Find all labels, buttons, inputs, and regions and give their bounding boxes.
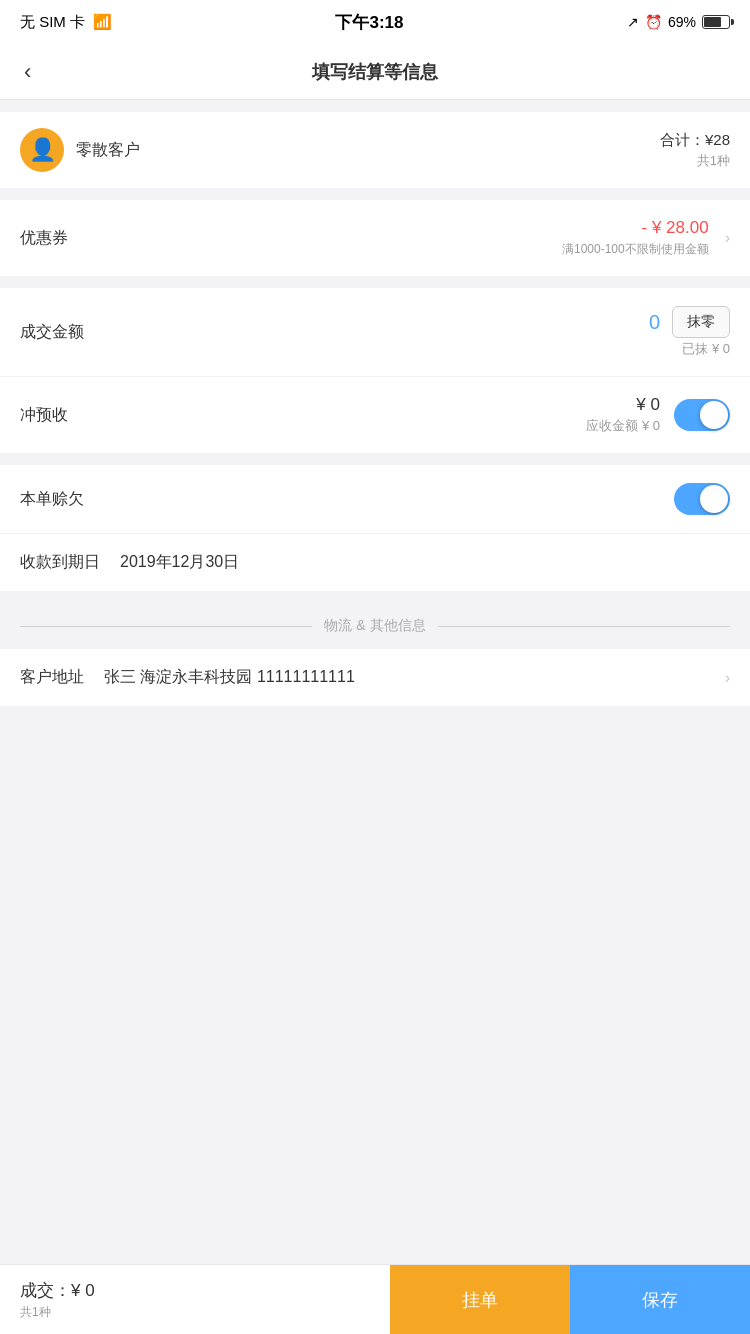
prereceive-label: 冲预收 bbox=[20, 405, 68, 426]
duedate-label: 收款到期日 bbox=[20, 552, 100, 573]
content: 👤 零散客户 合计：¥28 共1种 优惠券 - ¥ 28.00 满1000-10… bbox=[0, 112, 750, 786]
status-bar: 无 SIM 卡 📶 下午3:18 ↗ ⏰ 69% bbox=[0, 0, 750, 44]
bottom-transaction-value: ¥ 0 bbox=[71, 1281, 95, 1300]
save-button[interactable]: 保存 bbox=[570, 1265, 750, 1335]
battery-icon bbox=[702, 15, 730, 29]
transaction-label: 成交金额 bbox=[20, 322, 84, 343]
debt-toggle[interactable] bbox=[674, 483, 730, 515]
bottom-left: 成交：¥ 0 共1种 bbox=[0, 1279, 390, 1321]
customer-total: 合计：¥28 bbox=[660, 131, 730, 150]
toggle-knob bbox=[700, 401, 728, 429]
status-right: ↗ ⏰ 69% bbox=[627, 14, 730, 30]
customer-name: 零散客户 bbox=[76, 140, 140, 161]
address-value: 张三 海淀永丰科技园 11111111111 bbox=[104, 667, 719, 688]
alarm-icon: ⏰ bbox=[645, 14, 662, 30]
prereceive-row: 冲预收 ¥ 0 应收金额 ¥ 0 bbox=[0, 377, 750, 453]
bottom-transaction-label: 成交： bbox=[20, 1281, 71, 1300]
coupon-desc: 满1000-100不限制使用金额 bbox=[562, 241, 709, 258]
customer-avatar: 👤 bbox=[20, 128, 64, 172]
logistics-header: 物流 & 其他信息 bbox=[0, 603, 750, 649]
battery-percent: 69% bbox=[668, 14, 696, 30]
address-chevron: › bbox=[725, 669, 730, 687]
customer-section: 👤 零散客户 合计：¥28 共1种 bbox=[0, 112, 750, 188]
location-icon: ↗ bbox=[627, 14, 639, 30]
duedate-row[interactable]: 收款到期日 2019年12月30日 bbox=[0, 533, 750, 591]
page-title: 填写结算等信息 bbox=[312, 60, 438, 84]
prereceive-amount: ¥ 0 bbox=[586, 395, 660, 415]
logistics-line-right bbox=[438, 626, 730, 627]
status-carrier: 无 SIM 卡 📶 bbox=[20, 13, 112, 32]
debt-section: 本单赊欠 收款到期日 2019年12月30日 bbox=[0, 465, 750, 591]
carrier-text: 无 SIM 卡 bbox=[20, 13, 85, 32]
debt-toggle-knob bbox=[700, 485, 728, 513]
duedate-value: 2019年12月30日 bbox=[120, 552, 239, 573]
customer-right: 合计：¥28 共1种 bbox=[660, 131, 730, 170]
nav-bar: ‹ 填写结算等信息 bbox=[0, 44, 750, 100]
transaction-sub: 已抹 ¥ 0 bbox=[682, 340, 730, 358]
customer-count: 共1种 bbox=[660, 152, 730, 170]
prereceive-toggle[interactable] bbox=[674, 399, 730, 431]
debt-label: 本单赊欠 bbox=[20, 489, 84, 510]
debt-row: 本单赊欠 bbox=[0, 465, 750, 533]
hang-button[interactable]: 挂单 bbox=[390, 1265, 570, 1335]
bottom-bar: 成交：¥ 0 共1种 挂单 保存 bbox=[0, 1264, 750, 1334]
status-time: 下午3:18 bbox=[335, 11, 403, 34]
transaction-input[interactable] bbox=[600, 311, 660, 334]
prereceive-right: ¥ 0 应收金额 ¥ 0 bbox=[586, 395, 660, 435]
coupon-label: 优惠券 bbox=[20, 228, 68, 249]
avatar-icon: 👤 bbox=[29, 137, 56, 163]
coupon-section: 优惠券 - ¥ 28.00 满1000-100不限制使用金额 › bbox=[0, 200, 750, 276]
address-section: 客户地址 张三 海淀永丰科技园 11111111111 › bbox=[0, 649, 750, 706]
bottom-count: 共1种 bbox=[20, 1304, 370, 1321]
wifi-icon: 📶 bbox=[93, 13, 112, 31]
transaction-section: 成交金额 抹零 已抹 ¥ 0 冲预收 ¥ 0 应收金额 ¥ 0 bbox=[0, 288, 750, 453]
transaction-row: 成交金额 抹零 已抹 ¥ 0 bbox=[0, 288, 750, 377]
coupon-info: - ¥ 28.00 满1000-100不限制使用金额 bbox=[562, 218, 709, 258]
coupon-row[interactable]: 优惠券 - ¥ 28.00 满1000-100不限制使用金额 › bbox=[0, 200, 750, 276]
logistics-text: 物流 & 其他信息 bbox=[324, 617, 425, 635]
coupon-amount: - ¥ 28.00 bbox=[562, 218, 709, 238]
address-row[interactable]: 客户地址 张三 海淀永丰科技园 11111111111 › bbox=[0, 649, 750, 706]
back-button[interactable]: ‹ bbox=[16, 51, 39, 93]
bottom-transaction: 成交：¥ 0 bbox=[20, 1279, 370, 1302]
logistics-line-left bbox=[20, 626, 312, 627]
customer-left: 👤 零散客户 bbox=[20, 128, 140, 172]
round-zero-button[interactable]: 抹零 bbox=[672, 306, 730, 338]
coupon-chevron: › bbox=[725, 229, 730, 247]
prereceive-sub: 应收金额 ¥ 0 bbox=[586, 417, 660, 435]
coupon-right: - ¥ 28.00 满1000-100不限制使用金额 › bbox=[562, 218, 730, 258]
address-label: 客户地址 bbox=[20, 667, 84, 688]
